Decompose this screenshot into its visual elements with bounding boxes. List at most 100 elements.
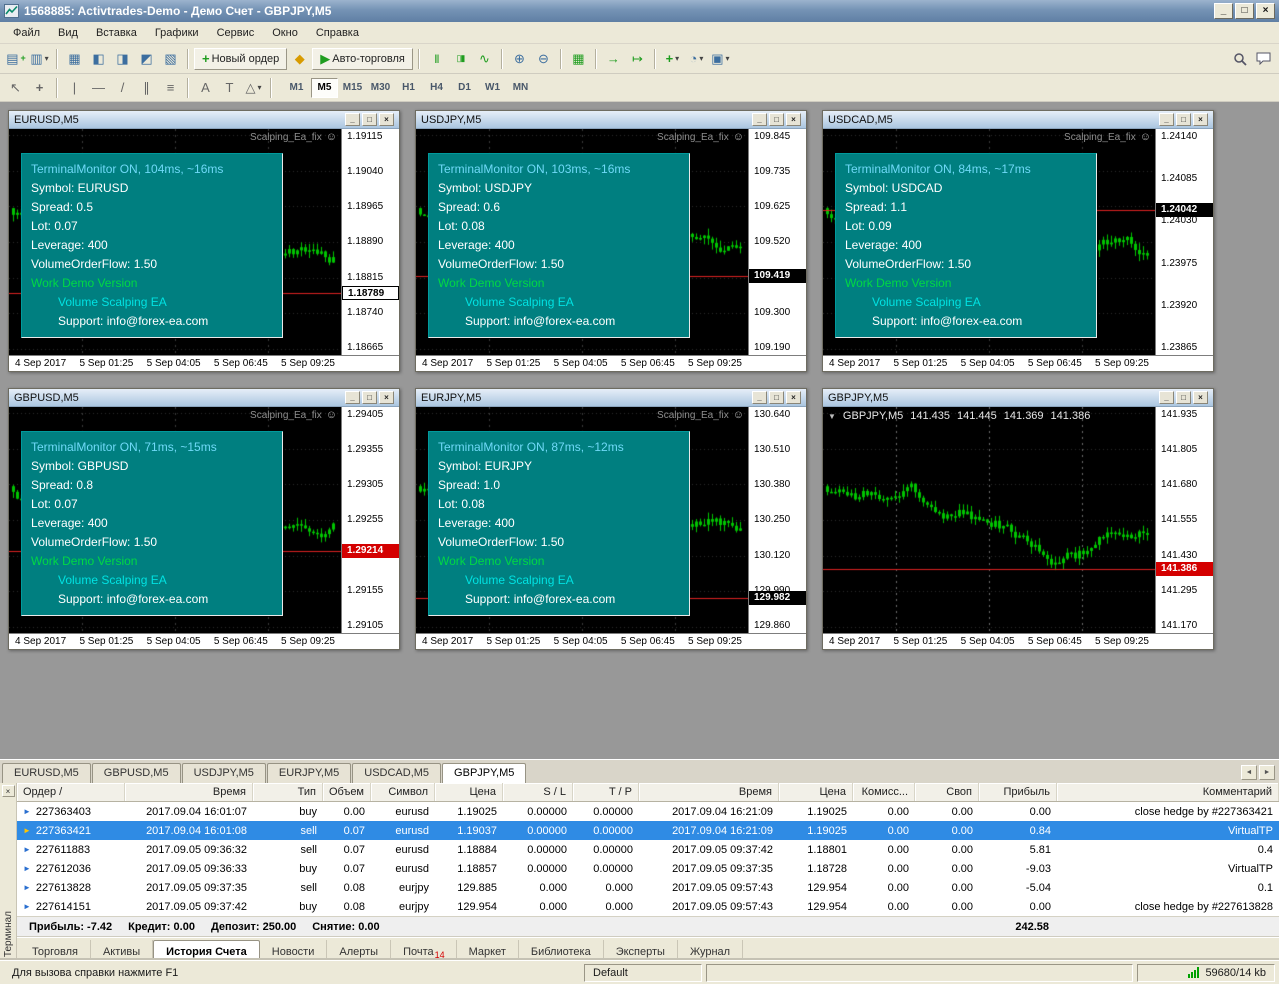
chart-close-button[interactable]: ×	[1193, 391, 1208, 404]
timeframe-h1[interactable]: H1	[395, 78, 422, 98]
vertical-line-button[interactable]: |	[63, 77, 86, 99]
menu-help[interactable]: Справка	[307, 24, 368, 42]
line-chart-button[interactable]: ∿	[473, 48, 496, 70]
chart-plot-area[interactable]: Scalping_Ea_fix ☺ TerminalMonitor ON, 103m…	[416, 129, 748, 355]
price-scale[interactable]: 1.19115 1.19040 1.18965 1.18890 1.18815 1.187…	[341, 129, 399, 355]
chart-title-bar[interactable]: EURJPY,M5 _ □ ×	[416, 389, 806, 407]
col-open-price[interactable]: Цена	[435, 783, 503, 801]
chart-plot-area[interactable]: Scalping_Ea_fix ☺ TerminalMonitor ON, 87ms…	[416, 407, 748, 633]
col-open-time[interactable]: Время	[125, 783, 253, 801]
chart-shift-button[interactable]: ↦	[626, 48, 649, 70]
chart-close-button[interactable]: ×	[379, 113, 394, 126]
timeframe-h4[interactable]: H4	[423, 78, 450, 98]
tile-windows-button[interactable]: ▦	[567, 48, 590, 70]
zoom-in-button[interactable]: ⊕	[508, 48, 531, 70]
chart-close-button[interactable]: ×	[379, 391, 394, 404]
timeframe-m5[interactable]: M5	[311, 77, 338, 98]
shapes-button[interactable]: △ ▾	[242, 77, 265, 99]
chart-title-bar[interactable]: GBPJPY,M5 _ □ ×	[823, 389, 1213, 407]
col-symbol[interactable]: Символ	[371, 783, 435, 801]
menu-file[interactable]: Файл	[4, 24, 49, 42]
cursor-button[interactable]: ↖	[4, 77, 27, 99]
tab-scroll-right-button[interactable]: ►	[1259, 765, 1275, 780]
profiles-button[interactable]: ▥ ▾	[28, 48, 51, 70]
chart-title-bar[interactable]: EURUSD,M5 _ □ ×	[9, 111, 399, 129]
chart-tab-eurusd-m5[interactable]: EURUSD,M5	[2, 763, 91, 783]
price-scale[interactable]: 1.24140 1.24085 1.24030 1.23975 1.23920 1.238…	[1155, 129, 1213, 355]
price-scale[interactable]: 141.935 141.805 141.680 141.555 141.430 141.2…	[1155, 407, 1213, 633]
ea-smiley-icon[interactable]: ☺	[733, 131, 744, 143]
tab-account-history[interactable]: История Счета	[153, 940, 260, 960]
history-row[interactable]: ► 227611883 2017.09.05 09:36:32 sell 0.07 eur…	[17, 840, 1279, 859]
time-axis[interactable]: 4 Sep 2017 5 Sep 01:25 5 Sep 04:05 5 Sep 06…	[823, 633, 1213, 649]
chart-tab-gbpjpy-m5[interactable]: GBPJPY,M5	[442, 763, 527, 783]
ea-smiley-icon[interactable]: ☺	[326, 131, 337, 143]
time-axis[interactable]: 4 Sep 2017 5 Sep 01:25 5 Sep 04:05 5 Sep 06…	[823, 355, 1213, 371]
trendline-button[interactable]: /	[111, 77, 134, 99]
search-button[interactable]	[1228, 48, 1251, 70]
timeframe-d1[interactable]: D1	[451, 78, 478, 98]
col-sl[interactable]: S / L	[503, 783, 573, 801]
tab-journal[interactable]: Журнал	[678, 940, 744, 960]
menu-charts[interactable]: Графики	[146, 24, 208, 42]
chart-plot-area[interactable]: ▼ GBPJPY,M5 141.435 141.445 141.369 141.386	[823, 407, 1155, 633]
time-axis[interactable]: 4 Sep 2017 5 Sep 01:25 5 Sep 04:05 5 Sep 06…	[9, 355, 399, 371]
chart-maximize-button[interactable]: □	[1176, 113, 1191, 126]
chart-plot-area[interactable]: Scalping_Ea_fix ☺ TerminalMonitor ON, 84ms…	[823, 129, 1155, 355]
chart-maximize-button[interactable]: □	[362, 113, 377, 126]
candlestick-button[interactable]: ▯▮	[449, 48, 472, 70]
chart-tab-usdcad-m5[interactable]: USDCAD,M5	[352, 763, 442, 783]
chart-close-button[interactable]: ×	[1193, 113, 1208, 126]
col-profit[interactable]: Прибыль	[979, 783, 1057, 801]
tab-experts[interactable]: Эксперты	[604, 940, 678, 960]
chart-plot-area[interactable]: Scalping_Ea_fix ☺ TerminalMonitor ON, 104m…	[9, 129, 341, 355]
chart-minimize-button[interactable]: _	[1159, 391, 1174, 404]
history-row[interactable]: ► 227613828 2017.09.05 09:37:35 sell 0.08 eur…	[17, 878, 1279, 897]
timeframe-m30[interactable]: M30	[367, 78, 394, 98]
col-close-price[interactable]: Цена	[779, 783, 853, 801]
price-scale[interactable]: 1.294051.293551.293051.292551.292051.291…	[341, 407, 399, 633]
time-axis[interactable]: 4 Sep 2017 5 Sep 01:25 5 Sep 04:05 5 Sep 06…	[416, 355, 806, 371]
chart-minimize-button[interactable]: _	[752, 391, 767, 404]
col-tp[interactable]: T / P	[573, 783, 639, 801]
fibonacci-button[interactable]: ≡	[159, 77, 182, 99]
metaeditor-button[interactable]: ◆	[288, 48, 311, 70]
terminal-button[interactable]: ◩	[135, 48, 158, 70]
chart-close-button[interactable]: ×	[786, 391, 801, 404]
tab-scroll-left-button[interactable]: ◄	[1241, 765, 1257, 780]
col-order[interactable]: Ордер /	[17, 783, 125, 801]
time-axis[interactable]: 4 Sep 2017 5 Sep 01:25 5 Sep 04:05 5 Sep 06…	[416, 633, 806, 649]
ea-smiley-icon[interactable]: ☺	[1140, 131, 1151, 143]
label-button[interactable]: T	[218, 77, 241, 99]
col-close-time[interactable]: Время	[639, 783, 779, 801]
timeframe-m15[interactable]: M15	[339, 78, 366, 98]
status-profile[interactable]: Default	[584, 963, 702, 982]
chart-minimize-button[interactable]: _	[345, 113, 360, 126]
close-button[interactable]: ×	[1256, 3, 1275, 19]
text-button[interactable]: A	[194, 77, 217, 99]
tab-assets[interactable]: Активы	[91, 940, 154, 960]
chart-title-bar[interactable]: USDCAD,M5 _ □ ×	[823, 111, 1213, 129]
chart-tab-usdjpy-m5[interactable]: USDJPY,M5	[181, 763, 266, 783]
chart-minimize-button[interactable]: _	[345, 391, 360, 404]
col-comment[interactable]: Комментарий	[1057, 783, 1279, 801]
restore-button[interactable]: □	[1235, 3, 1254, 19]
time-axis[interactable]: 4 Sep 2017 5 Sep 01:25 5 Sep 04:05 5 Sep 06…	[9, 633, 399, 649]
chart-close-button[interactable]: ×	[786, 113, 801, 126]
chart-tab-eurjpy-m5[interactable]: EURJPY,M5	[266, 763, 352, 783]
new-chart-button[interactable]: ▤ +	[4, 48, 27, 70]
timeframe-mn[interactable]: MN	[507, 78, 534, 98]
tab-news[interactable]: Новости	[260, 940, 328, 960]
terminal-close-button[interactable]: ×	[1, 785, 15, 797]
col-type[interactable]: Тип	[253, 783, 323, 801]
chart-title-bar[interactable]: USDJPY,M5 _ □ ×	[416, 111, 806, 129]
menu-window[interactable]: Окно	[263, 24, 307, 42]
templates-button[interactable]: ▣ ▾	[709, 48, 732, 70]
history-row[interactable]: ► 227363403 2017.09.04 16:01:07 buy 0.00 euru…	[17, 802, 1279, 821]
data-window-button[interactable]: ◧	[87, 48, 110, 70]
col-volume[interactable]: Объем	[323, 783, 371, 801]
channel-button[interactable]: ∥	[135, 77, 158, 99]
menu-insert[interactable]: Вставка	[87, 24, 146, 42]
chart-plot-area[interactable]: Scalping_Ea_fix ☺ TerminalMonitor ON, 71ms…	[9, 407, 341, 633]
tab-mail[interactable]: Почта 14	[391, 940, 457, 960]
